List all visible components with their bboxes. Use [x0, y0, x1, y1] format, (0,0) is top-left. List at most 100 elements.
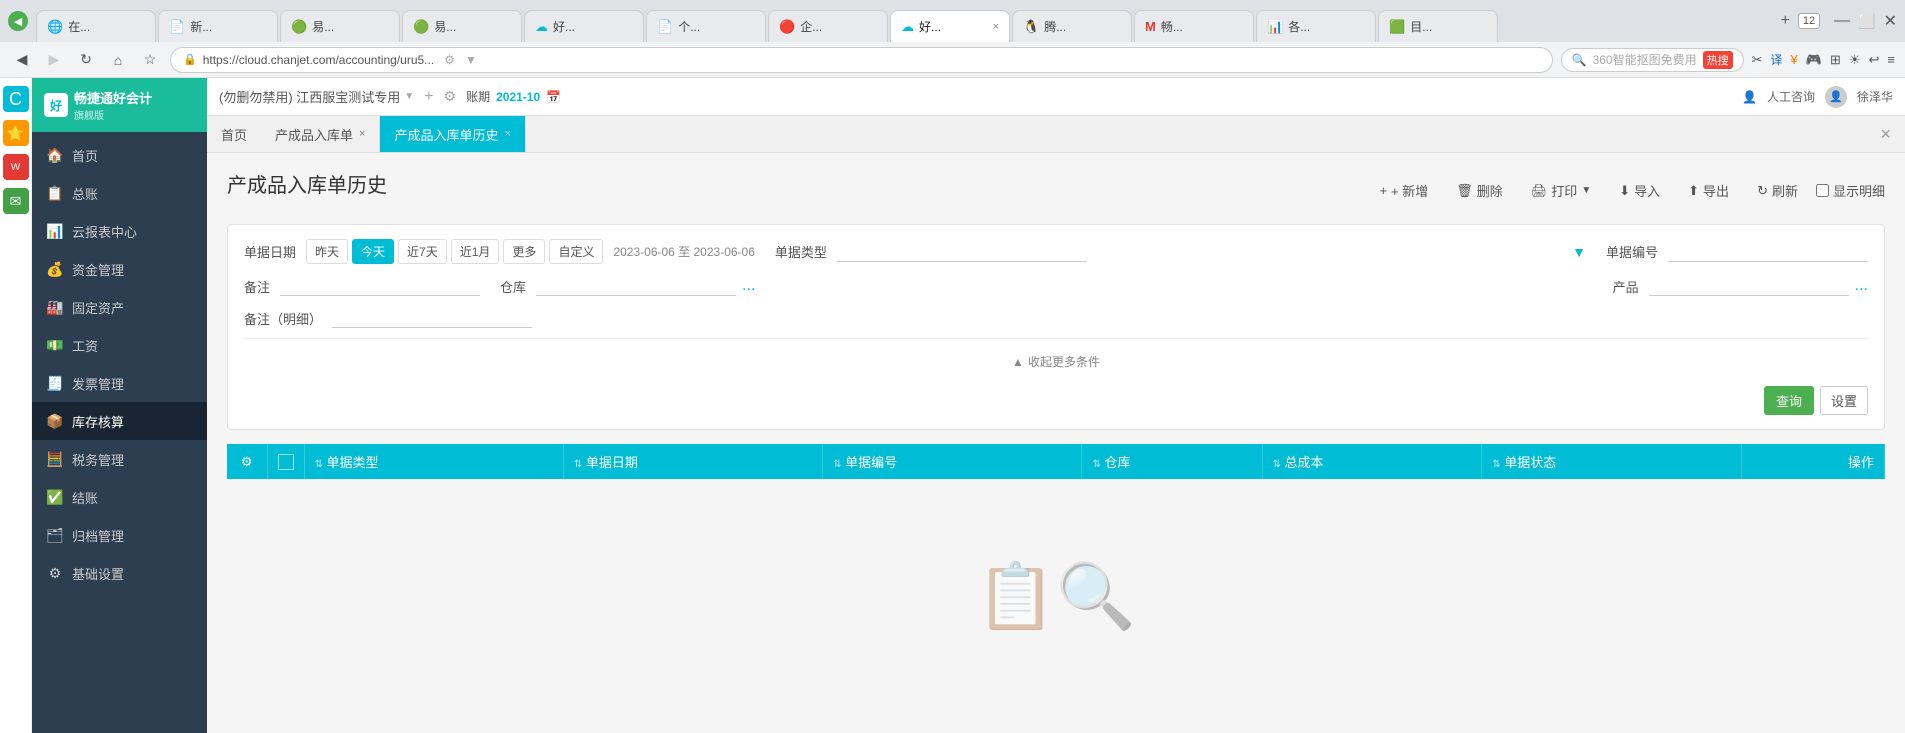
sidebar-item-tax[interactable]: 🧮 税务管理 — [32, 440, 207, 478]
date-btn-more[interactable]: 更多 — [503, 239, 545, 264]
panel-close-button[interactable]: × — [1866, 124, 1905, 145]
type-filter-input[interactable] — [837, 242, 1087, 262]
browser-tab-6[interactable]: 📄 个... — [646, 10, 766, 42]
browser-tab-8[interactable]: ☁ 好... × — [890, 10, 1010, 42]
table-th-checkbox[interactable] — [267, 444, 304, 479]
tab-close-list[interactable]: × — [359, 128, 365, 140]
reload-button[interactable]: ↻ — [74, 48, 98, 72]
browser-tab-10[interactable]: M 畅... — [1134, 10, 1254, 42]
date-btn-1month[interactable]: 近1月 — [451, 239, 500, 264]
browser-tab-12[interactable]: 🟩 目... — [1378, 10, 1498, 42]
table-th-cost[interactable]: ⇅ 总成本 — [1262, 444, 1482, 479]
app-icon-star[interactable]: ⭐ — [3, 120, 29, 146]
tab-close-history[interactable]: × — [504, 128, 510, 140]
warehouse-filter-input[interactable] — [536, 276, 736, 296]
query-button[interactable]: 查询 — [1764, 386, 1814, 415]
sidebar-item-close-account[interactable]: ✅ 结账 — [32, 478, 207, 516]
page-tab-history[interactable]: 产成品入库单历史 × — [380, 116, 525, 152]
show-detail-checkbox[interactable] — [1816, 184, 1829, 197]
settings-icon[interactable]: ≡ — [1887, 52, 1895, 67]
breadcrumb-home[interactable]: 首页 — [207, 117, 261, 152]
settings-btn[interactable]: 设置 — [1820, 386, 1868, 415]
sidebar-item-archive[interactable]: 🗂 归档管理 — [32, 516, 207, 554]
table-th-number[interactable]: ⇅ 单据编号 — [823, 444, 1082, 479]
home-button[interactable]: ⌂ — [106, 48, 130, 72]
app-icon-weibo[interactable]: W — [3, 154, 29, 180]
sidebar-item-fixed-assets[interactable]: 🏭 固定资产 — [32, 288, 207, 326]
number-filter-input[interactable] — [1668, 242, 1868, 262]
theme-icon[interactable]: ☀ — [1849, 52, 1861, 68]
app-icon-main[interactable]: C — [3, 86, 29, 112]
add-button[interactable]: + + 新增 — [1369, 177, 1438, 204]
scissors-icon[interactable]: ✂ — [1752, 52, 1763, 68]
sidebar-item-payroll[interactable]: 💵 工资 — [32, 326, 207, 364]
maximize-icon[interactable]: ⬜ — [1858, 13, 1875, 30]
user-service-label[interactable]: 人工咨询 — [1767, 88, 1815, 105]
browser-tab-4[interactable]: 🟢 易... — [402, 10, 522, 42]
back-button[interactable]: ◀ — [10, 48, 34, 72]
sidebar-label-home: 首页 — [72, 146, 98, 165]
column-settings-icon[interactable]: ⚙ — [241, 454, 253, 469]
currency-icon[interactable]: ¥ — [1791, 52, 1798, 67]
new-tab-button[interactable]: + — [1777, 12, 1794, 30]
browser-tab-3[interactable]: 🟢 易... — [280, 10, 400, 42]
sidebar-item-fund-mgmt[interactable]: 💰 资金管理 — [32, 250, 207, 288]
product-ellipsis-btn[interactable]: ... — [1855, 277, 1868, 295]
export-button[interactable]: ⬆ 导出 — [1678, 177, 1739, 204]
date-btn-yesterday[interactable]: 昨天 — [306, 239, 348, 264]
sidebar-item-invoice[interactable]: 🧾 发票管理 — [32, 364, 207, 402]
detail-note-filter-input[interactable] — [332, 308, 532, 328]
product-filter-input[interactable] — [1649, 276, 1849, 296]
service-icon: 👤 — [1742, 90, 1757, 104]
type-dropdown-chevron[interactable]: ▼ — [1572, 244, 1586, 260]
translate-icon[interactable]: 译 — [1771, 51, 1783, 68]
table-th-gear[interactable]: ⚙ — [227, 444, 267, 479]
settings-button[interactable]: ⚙ — [444, 88, 457, 105]
minimize-icon[interactable]: — — [1834, 12, 1850, 30]
close-window-icon[interactable]: ✕ — [1884, 11, 1897, 31]
select-all-checkbox[interactable] — [278, 454, 294, 470]
url-bar[interactable]: 🔒 https://cloud.chanjet.com/accounting/u… — [170, 47, 1553, 73]
company-dropdown-icon[interactable]: ▼ — [404, 91, 414, 102]
browser-tab-5[interactable]: ☁ 好... — [524, 10, 644, 42]
sidebar-item-general-ledger[interactable]: 📋 总账 — [32, 174, 207, 212]
refresh-button[interactable]: ↻ 刷新 — [1747, 177, 1808, 204]
company-selector[interactable]: (勿删勿禁用) 江西服宝测试专用 ▼ — [219, 87, 414, 106]
browser-tab-2[interactable]: 📄 新... — [158, 10, 278, 42]
sidebar-item-cloud-report[interactable]: 📊 云报表中心 — [32, 212, 207, 250]
note-filter-input[interactable] — [280, 276, 480, 296]
print-dropdown-icon[interactable]: ▼ — [1581, 185, 1591, 196]
date-btn-7days[interactable]: 近7天 — [398, 239, 447, 264]
add-company-button[interactable]: + — [424, 88, 433, 106]
table-th-type[interactable]: ⇅ 单据类型 — [304, 444, 563, 479]
calendar-icon[interactable]: 📅 — [546, 90, 561, 104]
sidebar-item-home[interactable]: 🏠 首页 — [32, 136, 207, 174]
browser-tab-11[interactable]: 📊 各... — [1256, 10, 1376, 42]
warehouse-ellipsis-btn[interactable]: ... — [742, 277, 755, 295]
print-button[interactable]: 🖨 打印 ▼ — [1521, 177, 1601, 204]
show-detail-checkbox-label[interactable]: 显示明细 — [1816, 181, 1885, 200]
game-icon[interactable]: 🎮 — [1806, 52, 1822, 68]
back-icon2[interactable]: ↩ — [1869, 52, 1880, 68]
table-th-warehouse[interactable]: ⇅ 仓库 — [1082, 444, 1262, 479]
browser-tab-1[interactable]: 🌐 在... — [36, 10, 156, 42]
forward-button[interactable]: ▶ — [42, 48, 66, 72]
dropdown-icon[interactable]: ▼ — [465, 53, 477, 67]
import-button[interactable]: ⬇ 导入 — [1609, 177, 1670, 204]
grid-icon[interactable]: ⊞ — [1830, 52, 1841, 68]
app-icon-email[interactable]: ✉ — [3, 188, 29, 214]
sidebar-item-settings[interactable]: ⚙ 基础设置 — [32, 554, 207, 592]
bookmark-button[interactable]: ☆ — [138, 48, 162, 72]
360-search-bar[interactable]: 🔍 360智能抠图免费用 热搜 — [1561, 48, 1744, 72]
tab-close-8[interactable]: × — [993, 21, 999, 33]
sidebar-item-inventory[interactable]: 📦 库存核算 — [32, 402, 207, 440]
delete-button[interactable]: 🗑 删除 — [1446, 177, 1513, 204]
table-th-status[interactable]: ⇅ 单据状态 — [1482, 444, 1741, 479]
page-tab-list[interactable]: 产成品入库单 × — [261, 116, 380, 152]
date-btn-today[interactable]: 今天 — [352, 239, 394, 264]
collapse-button[interactable]: ▲ 收起更多条件 — [1012, 347, 1100, 376]
browser-tab-9[interactable]: 🐧 腾... — [1012, 10, 1132, 42]
browser-tab-7[interactable]: 🔴 企... — [768, 10, 888, 42]
table-th-date[interactable]: ⇅ 单据日期 — [563, 444, 822, 479]
date-btn-custom[interactable]: 自定义 — [549, 239, 603, 264]
